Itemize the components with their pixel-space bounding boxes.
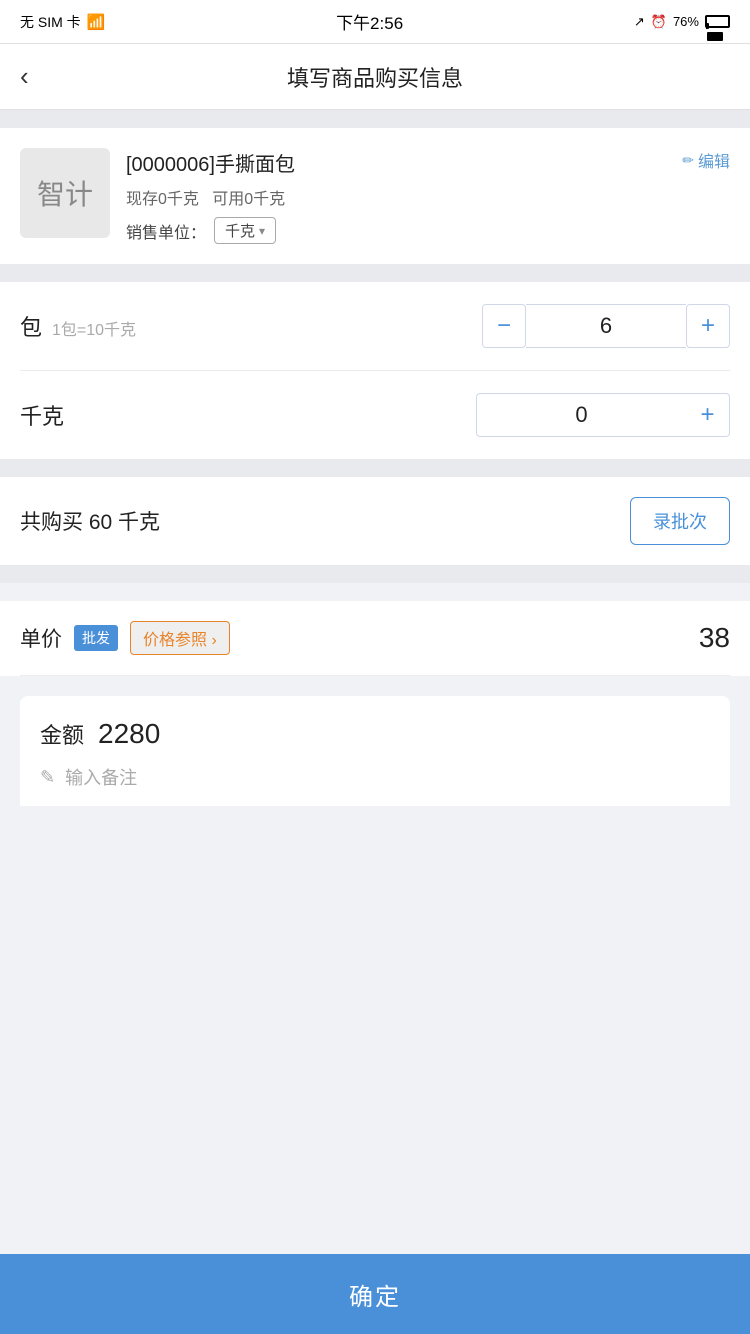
price-label: 单价 [20, 623, 62, 653]
qty-label-text-bao: 包 [20, 310, 42, 342]
product-logo: 智计 [37, 173, 93, 213]
battery-icon [705, 15, 730, 28]
edit-button[interactable]: ✏ 编辑 [682, 148, 730, 172]
note-row[interactable]: ✎ 输入备注 [40, 764, 710, 790]
amount-row: 金额 2280 [40, 718, 710, 750]
price-tag-batch: 批发 [74, 625, 118, 651]
amount-label: 金额 [40, 718, 84, 750]
section-gap-1 [0, 110, 750, 128]
status-right: ↗ ⏰ 76% [634, 14, 730, 30]
qty-label-text-kg: 千克 [20, 399, 64, 431]
available-text: 可用0千克 [212, 191, 285, 208]
unit-selector[interactable]: 千克 ▾ [214, 217, 276, 244]
status-carrier: 无 SIM 卡 📶 [20, 12, 105, 32]
unit-arrow: ▾ [259, 224, 265, 238]
unit-label: 销售单位： [126, 219, 206, 243]
qty-row-kg: 千克 + [20, 371, 730, 459]
carrier-text: 无 SIM 卡 [20, 12, 81, 32]
product-info: [0000006]手撕面包 ✏ 编辑 现存0千克 可用0千克 销售单位： 千克 … [126, 148, 730, 244]
qty-input-kg[interactable] [476, 393, 686, 437]
qty-controls-bao: − + [482, 304, 730, 348]
product-name: [0000006]手撕面包 [126, 148, 295, 177]
status-time: 下午2:56 [336, 9, 403, 34]
total-text: 共购买 60 千克 [20, 506, 160, 536]
qty-minus-bao[interactable]: − [482, 304, 526, 348]
nav-bar: ‹ 填写商品购买信息 [0, 44, 750, 110]
status-bar: 无 SIM 卡 📶 下午2:56 ↗ ⏰ 76% [0, 0, 750, 44]
product-unit: 销售单位： 千克 ▾ [126, 217, 730, 244]
price-section: 单价 批发 价格参照 › 38 [0, 601, 750, 676]
section-gap-4 [0, 565, 750, 583]
location-icon: ↗ [634, 14, 645, 30]
section-gap-3 [0, 459, 750, 477]
total-section: 共购买 60 千克 录批次 [0, 477, 750, 565]
price-value: 38 [699, 622, 730, 654]
wifi-icon: 📶 [87, 13, 106, 31]
note-placeholder: 输入备注 [65, 764, 137, 790]
qty-controls-kg: + [476, 393, 730, 437]
price-ref-button[interactable]: 价格参照 › [130, 621, 230, 655]
qty-row-bao: 包 1包=10千克 − + [20, 282, 730, 371]
edit-icon: ✏ [682, 152, 694, 169]
confirm-button[interactable]: 确定 [0, 1254, 750, 1334]
product-thumbnail: 智计 [20, 148, 110, 238]
batch-button[interactable]: 录批次 [630, 497, 730, 545]
unit-value: 千克 [225, 220, 255, 241]
qty-plus-kg[interactable]: + [686, 393, 730, 437]
section-gap-2 [0, 264, 750, 282]
price-row: 单价 批发 价格参照 › 38 [20, 621, 730, 676]
note-icon: ✎ [40, 767, 55, 788]
product-stock: 现存0千克 可用0千克 [126, 185, 730, 209]
edit-label: 编辑 [698, 148, 730, 172]
alarm-icon: ⏰ [651, 14, 667, 30]
quantity-section: 包 1包=10千克 − + 千克 + [0, 282, 750, 459]
qty-label-kg: 千克 [20, 399, 64, 431]
qty-sublabel-bao: 1包=10千克 [52, 316, 136, 340]
stock-text: 现存0千克 [126, 191, 199, 208]
qty-input-bao[interactable] [526, 304, 686, 348]
page-title: 填写商品购买信息 [287, 61, 463, 93]
back-button[interactable]: ‹ [20, 61, 29, 92]
qty-plus-bao[interactable]: + [686, 304, 730, 348]
battery-percent: 76% [673, 14, 699, 29]
product-card: 智计 [0000006]手撕面包 ✏ 编辑 现存0千克 可用0千克 销售单位： … [0, 128, 750, 264]
amount-section: 金额 2280 ✎ 输入备注 [0, 676, 750, 1106]
amount-value: 2280 [98, 718, 160, 750]
qty-label-bao: 包 1包=10千克 [20, 310, 136, 342]
content-spacer [20, 806, 730, 1106]
spacer [203, 191, 207, 208]
amount-card: 金额 2280 ✎ 输入备注 [20, 696, 730, 806]
